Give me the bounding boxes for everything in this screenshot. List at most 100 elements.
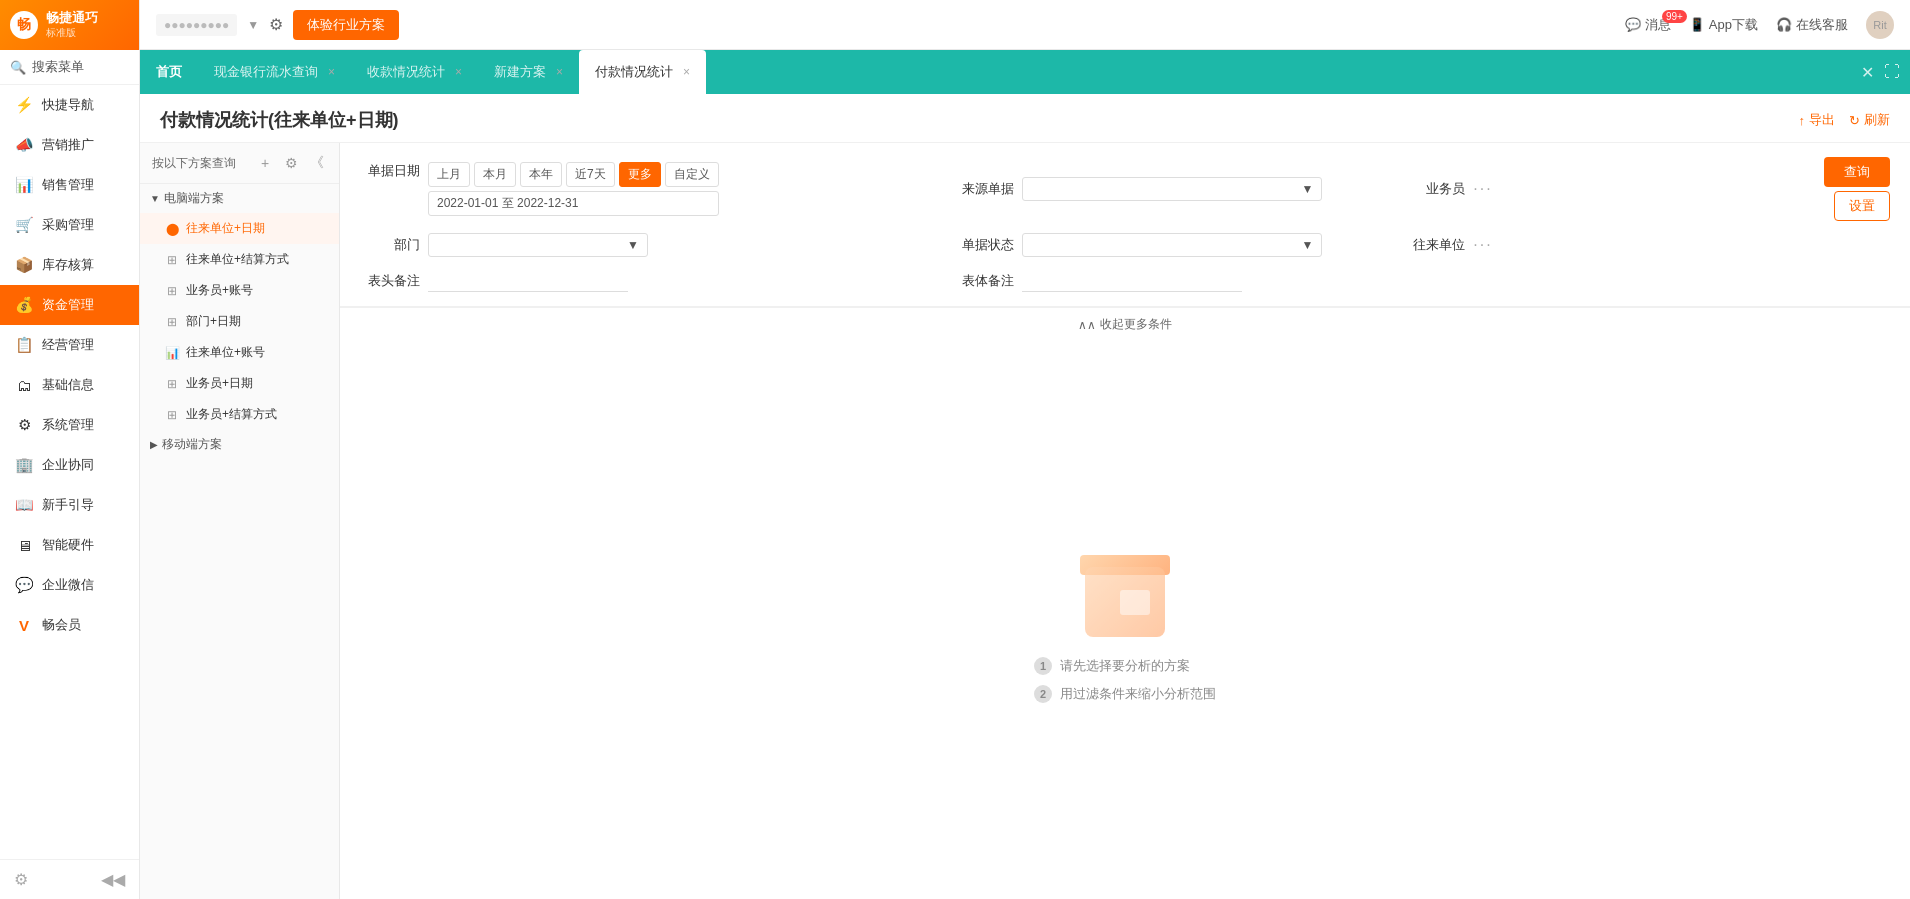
sidebar-item-label: 快捷导航 — [42, 96, 94, 114]
source-label: 来源单据 — [954, 180, 1014, 198]
sidebar-item-capital[interactable]: 💰 资金管理 — [0, 285, 139, 325]
avatar[interactable]: Rit — [1866, 11, 1894, 39]
scheme-item-4-icon: 📊 — [164, 345, 180, 361]
trial-btn[interactable]: 体验行业方案 — [293, 10, 399, 40]
scheme-group-pc[interactable]: ▼ 电脑端方案 — [140, 184, 339, 213]
settings-icon[interactable]: ⚙ — [14, 870, 28, 889]
date-btn-this-year[interactable]: 本年 — [520, 162, 562, 187]
tab-new-scheme-close[interactable]: × — [556, 65, 563, 79]
empty-illustration — [1065, 537, 1185, 637]
sidebar-item-purchase[interactable]: 🛒 采购管理 — [0, 205, 139, 245]
collapse-bar[interactable]: ∧∧ 收起更多条件 — [340, 307, 1910, 341]
sidebar-item-marketing[interactable]: 📣 营销推广 — [0, 125, 139, 165]
sidebar-item-label: 销售管理 — [42, 176, 94, 194]
empty-hints: 1 请先选择要分析的方案 2 用过滤条件来缩小分析范围 — [1034, 657, 1216, 703]
date-btn-custom[interactable]: 自定义 — [665, 162, 719, 187]
scheme-item-6[interactable]: ⊞ 业务员+结算方式 — [140, 399, 339, 430]
topbar-left: ●●●●●●●●● ▼ ⚙ 体验行业方案 — [156, 10, 399, 40]
scheme-collapse-btn[interactable]: 《 — [307, 153, 327, 173]
msg-badge: 99+ — [1662, 10, 1687, 23]
page-header-actions: ↑ 导出 ↻ 刷新 — [1799, 111, 1891, 129]
scheme-item-1[interactable]: ⊞ 往来单位+结算方式 — [140, 244, 339, 275]
salesperson-dots[interactable]: ··· — [1473, 180, 1492, 198]
sidebar-item-system[interactable]: ⚙ 系统管理 — [0, 405, 139, 445]
inventory-icon: 📦 — [14, 255, 34, 275]
dept-select[interactable]: ▼ — [428, 233, 648, 257]
query-btn[interactable]: 查询 — [1824, 157, 1890, 187]
scheme-add-btn[interactable]: + — [255, 153, 275, 173]
export-btn[interactable]: ↑ 导出 — [1799, 111, 1836, 129]
salesperson-label: 业务员 — [1405, 180, 1465, 198]
contact-label: 往来单位 — [1405, 236, 1465, 254]
refresh-btn[interactable]: ↻ 刷新 — [1849, 111, 1890, 129]
purchase-icon: 🛒 — [14, 215, 34, 235]
sidebar-item-enterprise[interactable]: 🏢 企业协同 — [0, 445, 139, 485]
body-note-input[interactable] — [1022, 269, 1242, 292]
topbar-right: 💬 消息 99+ 📱 App下载 🎧 在线客服 Rit — [1625, 11, 1894, 39]
date-btn-this-month[interactable]: 本月 — [474, 162, 516, 187]
tab-close-all-icon[interactable]: ✕ — [1861, 63, 1874, 82]
refresh-icon: ↻ — [1849, 113, 1860, 128]
sidebar-item-hardware[interactable]: 🖥 智能硬件 — [0, 525, 139, 565]
sidebar-item-inventory[interactable]: 📦 库存核算 — [0, 245, 139, 285]
tab-expand-icon[interactable]: ⛶ — [1884, 63, 1900, 81]
scheme-item-3[interactable]: ⊞ 部门+日期 — [140, 306, 339, 337]
header-note-input[interactable] — [428, 269, 628, 292]
refresh-label: 刷新 — [1864, 111, 1890, 129]
date-range-display[interactable]: 2022-01-01 至 2022-12-31 — [428, 191, 719, 216]
settings-btn[interactable]: 设置 — [1834, 191, 1890, 221]
bill-status-select[interactable]: ▼ — [1022, 233, 1322, 257]
tab-receipt-stats-close[interactable]: × — [455, 65, 462, 79]
tab-home-label: 首页 — [156, 63, 182, 81]
sidebar-item-management[interactable]: 📋 经营管理 — [0, 325, 139, 365]
logo-icon: 畅 — [10, 11, 38, 39]
weixin-icon: 💬 — [14, 575, 34, 595]
marketing-icon: 📣 — [14, 135, 34, 155]
sidebar-item-quick-nav[interactable]: ⚡ 快捷导航 — [0, 85, 139, 125]
enterprise-icon: 🏢 — [14, 455, 34, 475]
source-select[interactable]: ▼ — [1022, 177, 1322, 201]
sidebar-item-sales[interactable]: 📊 销售管理 — [0, 165, 139, 205]
tab-bank-flow-close[interactable]: × — [328, 65, 335, 79]
topbar-service[interactable]: 🎧 在线客服 — [1776, 16, 1848, 34]
contact-dots[interactable]: ··· — [1473, 236, 1492, 254]
topbar-message[interactable]: 💬 消息 99+ — [1625, 16, 1671, 34]
scheme-item-4[interactable]: 📊 往来单位+账号 — [140, 337, 339, 368]
date-btn-more[interactable]: 更多 — [619, 162, 661, 187]
tab-bank-flow[interactable]: 现金银行流水查询 × — [198, 50, 351, 94]
search-menu[interactable]: 🔍 搜索菜单 — [0, 50, 139, 85]
main-content: ●●●●●●●●● ▼ ⚙ 体验行业方案 💬 消息 99+ 📱 App下载 🎧 … — [140, 0, 1910, 899]
scheme-group-mobile[interactable]: ▶ 移动端方案 — [140, 430, 339, 459]
scheme-item-0[interactable]: ⬤ 往来单位+日期 — [140, 213, 339, 244]
tab-home[interactable]: 首页 — [140, 50, 198, 94]
result-area: 1 请先选择要分析的方案 2 用过滤条件来缩小分析范围 — [340, 341, 1910, 899]
sidebar-item-basic-info[interactable]: 🗂 基础信息 — [0, 365, 139, 405]
date-btn-7days[interactable]: 近7天 — [566, 162, 615, 187]
sidebar-header: 畅 畅捷通巧 标准版 — [0, 0, 139, 50]
scheme-item-5-icon: ⊞ — [164, 376, 180, 392]
scheme-item-2[interactable]: ⊞ 业务员+账号 — [140, 275, 339, 306]
topbar-app-download[interactable]: 📱 App下载 — [1689, 16, 1758, 34]
topbar-settings-icon[interactable]: ⚙ — [269, 15, 283, 34]
scheme-item-5[interactable]: ⊞ 业务员+日期 — [140, 368, 339, 399]
topbar-address: ●●●●●●●●● — [156, 14, 237, 36]
tab-receipt-stats[interactable]: 收款情况统计 × — [351, 50, 478, 94]
scheme-panel-header: 按以下方案查询 + ⚙ 《 — [140, 143, 339, 184]
sidebar-item-vip[interactable]: V 畅会员 — [0, 605, 139, 645]
pc-group-label: 电脑端方案 — [164, 190, 224, 207]
logo-text: 畅捷通巧 — [46, 10, 98, 26]
tab-payment-stats-close[interactable]: × — [683, 65, 690, 79]
sidebar-item-guide[interactable]: 📖 新手引导 — [0, 485, 139, 525]
tab-new-scheme[interactable]: 新建方案 × — [478, 50, 579, 94]
filter-row-1: 单据日期 上月 本月 本年 近7天 更多 自定义 20 — [360, 157, 1890, 221]
collapse-sidebar-icon[interactable]: ◀◀ — [101, 870, 125, 889]
date-btn-last-month[interactable]: 上月 — [428, 162, 470, 187]
tabbar-actions: ✕ ⛶ — [1861, 50, 1910, 94]
tab-payment-stats[interactable]: 付款情况统计 × — [579, 50, 706, 94]
quick-nav-icon: ⚡ — [14, 95, 34, 115]
sidebar-item-label: 库存核算 — [42, 256, 94, 274]
scheme-setting-btn[interactable]: ⚙ — [281, 153, 301, 173]
sidebar-footer: ⚙ ◀◀ — [0, 859, 139, 899]
sidebar-item-weixin[interactable]: 💬 企业微信 — [0, 565, 139, 605]
mobile-group-label: 移动端方案 — [162, 436, 222, 453]
